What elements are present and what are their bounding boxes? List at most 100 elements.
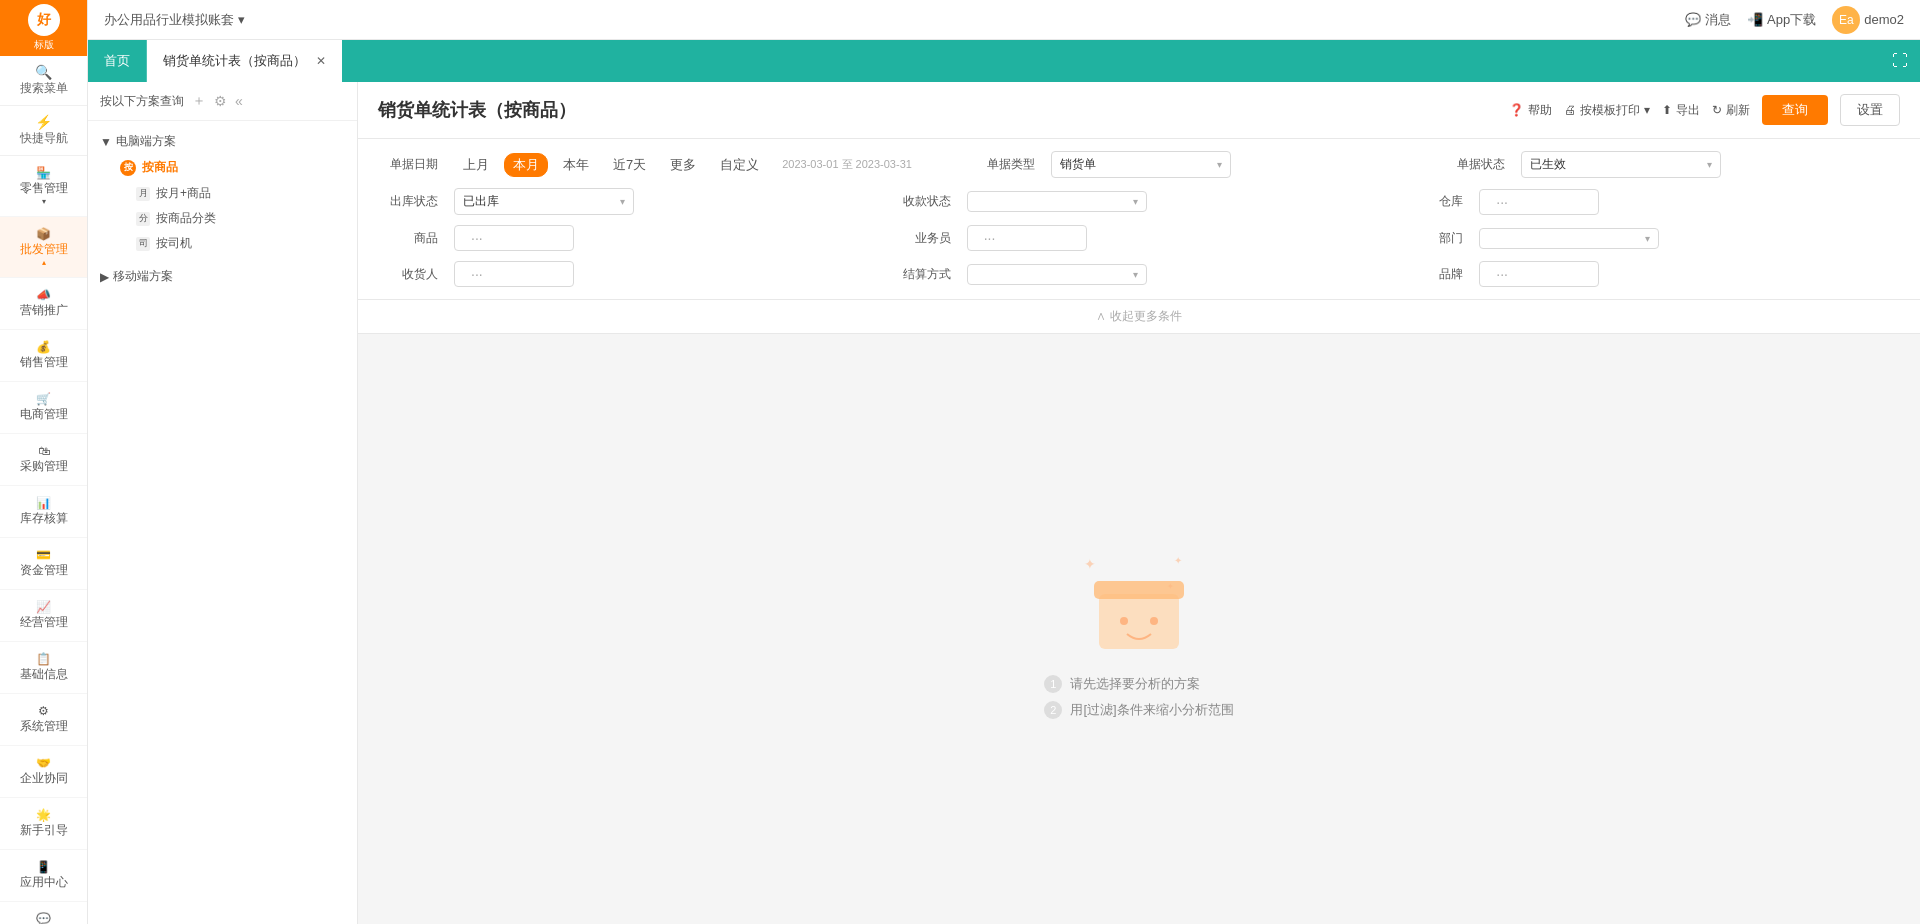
- app-logo: 好 标版: [0, 0, 88, 56]
- empty-state: ✦ ✦ ✦ 1 请先选择要分析的方案 2 用[过滤]条件来缩小分析范围: [358, 334, 1920, 924]
- inventory-icon: 📊: [36, 496, 51, 510]
- template-print-button[interactable]: 🖨 按模板打印 ▾: [1564, 102, 1650, 119]
- warehouse-label: 仓库: [1403, 193, 1463, 210]
- department-select[interactable]: ▾: [1479, 228, 1659, 249]
- query-button[interactable]: 查询: [1762, 95, 1828, 125]
- warehouse-dots-icon[interactable]: ···: [1496, 194, 1508, 210]
- left-panel-title: 按以下方案查询: [100, 93, 184, 110]
- date-cur-month-btn[interactable]: 本月: [504, 153, 548, 177]
- date-range-display: 2023-03-01 至 2023-03-31: [782, 157, 912, 172]
- chevron-down-icon: ▾: [42, 197, 46, 206]
- sidebar-item-sales[interactable]: 💰 销售管理: [0, 330, 87, 382]
- salesman-control: ···: [967, 225, 1388, 251]
- sidebar-item-ecommerce[interactable]: 🛒 电商管理: [0, 382, 87, 434]
- date-more-btn[interactable]: 更多: [661, 153, 705, 177]
- sidebar-item-marketing[interactable]: 📣 营销推广: [0, 278, 87, 330]
- brand-label: 品牌: [1403, 266, 1463, 283]
- tree-item-by-month-product[interactable]: 月 按月+商品: [100, 181, 345, 206]
- date-label: 单据日期: [378, 156, 438, 173]
- dropdown-arrow-icon[interactable]: ▾: [238, 12, 245, 27]
- collection-label: 收款状态: [891, 193, 951, 210]
- brand-input[interactable]: ···: [1479, 261, 1599, 287]
- sidebar-item-wholesale[interactable]: 📦 批发管理 ▴: [0, 217, 87, 278]
- sales-icon: 💰: [36, 340, 51, 354]
- sidebar-item-guide[interactable]: 🌟 新手引导: [0, 798, 87, 850]
- sidebar-quick-nav[interactable]: ⚡ 快捷导航: [0, 106, 87, 156]
- salesman-dots-icon[interactable]: ···: [984, 230, 996, 246]
- tab-expand[interactable]: ⛶: [1880, 40, 1920, 82]
- tab-bar: 首页 销货单统计表（按商品） ✕ ⛶: [88, 40, 1920, 82]
- help-button[interactable]: ❓ 帮助: [1509, 102, 1552, 119]
- tree-item-by-category[interactable]: 分 按商品分类: [100, 206, 345, 231]
- svg-text:✦: ✦: [1084, 556, 1096, 572]
- doc-type-select[interactable]: 销货单 ▾: [1051, 151, 1231, 178]
- sidebar-search[interactable]: 🔍 搜索菜单: [0, 56, 87, 106]
- settlement-control: ▾: [967, 264, 1388, 285]
- export-button[interactable]: ⬆ 导出: [1662, 102, 1700, 119]
- settings-button[interactable]: 设置: [1840, 94, 1900, 126]
- out-status-select[interactable]: 已出库 ▾: [454, 188, 634, 215]
- out-status-control: 已出库 ▾: [454, 188, 875, 215]
- tab-close-icon[interactable]: ✕: [316, 54, 326, 68]
- settlement-label: 结算方式: [891, 266, 951, 283]
- filter-row-1: 单据日期 上月 本月 本年 近7天 更多 自定义 2023-03-01 至 20…: [378, 151, 1900, 178]
- product-label: 商品: [378, 230, 438, 247]
- print-icon: 🖨: [1564, 103, 1576, 117]
- sidebar-item-finance[interactable]: 💳 资金管理: [0, 538, 87, 590]
- date-prev-month-btn[interactable]: 上月: [454, 153, 498, 177]
- sidebar-item-inventory[interactable]: 📊 库存核算: [0, 486, 87, 538]
- finance-icon: 💳: [36, 548, 51, 562]
- sidebar-item-purchase[interactable]: 🛍 采购管理: [0, 434, 87, 486]
- sidebar-item-system[interactable]: ⚙ 系统管理: [0, 694, 87, 746]
- app-download-button[interactable]: 📲 App下载: [1747, 11, 1816, 29]
- sidebar-item-app-center[interactable]: 📱 应用中心: [0, 850, 87, 902]
- refresh-button[interactable]: ↻ 刷新: [1712, 102, 1750, 119]
- export-icon: ⬆: [1662, 103, 1672, 117]
- tree-item-by-product[interactable]: 按 按商品: [100, 154, 345, 181]
- date-custom-btn[interactable]: 自定义: [711, 153, 768, 177]
- sidebar-item-basic[interactable]: 📋 基础信息: [0, 642, 87, 694]
- tab-home[interactable]: 首页: [88, 40, 147, 82]
- scheme-tree: ▼ 电脑端方案 按 按商品 月 按月+商品 分 按商品分类 司 按司: [88, 121, 357, 297]
- doc-status-label: 单据状态: [1445, 156, 1505, 173]
- salesman-input[interactable]: ···: [967, 225, 1087, 251]
- user-avatar[interactable]: Ea demo2: [1832, 6, 1904, 34]
- page-title: 销货单统计表（按商品）: [378, 98, 576, 122]
- step-num-1: 1: [1044, 675, 1062, 693]
- step-num-2: 2: [1044, 701, 1062, 719]
- settlement-select[interactable]: ▾: [967, 264, 1147, 285]
- tree-item-by-division[interactable]: 司 按司机: [100, 231, 345, 256]
- purchase-icon: 🛍: [38, 444, 50, 458]
- receiver-input[interactable]: ···: [454, 261, 574, 287]
- tab-report[interactable]: 销货单统计表（按商品） ✕: [147, 40, 342, 82]
- doc-status-select[interactable]: 已生效 ▾: [1521, 151, 1721, 178]
- settings-scheme-button[interactable]: ⚙: [214, 93, 227, 109]
- marketing-icon: 📣: [36, 288, 51, 302]
- date-recent7-btn[interactable]: 近7天: [604, 153, 655, 177]
- page-actions: ❓ 帮助 🖨 按模板打印 ▾ ⬆ 导出 ↻: [1509, 94, 1900, 126]
- sidebar-item-wechat[interactable]: 💬 企业微信: [0, 902, 87, 924]
- tree-category-desktop[interactable]: ▼ 电脑端方案: [100, 129, 345, 154]
- collection-select[interactable]: ▾: [967, 191, 1147, 212]
- collapse-panel-button[interactable]: «: [235, 93, 243, 109]
- date-cur-year-btn[interactable]: 本年: [554, 153, 598, 177]
- collapse-bar[interactable]: ∧ 收起更多条件: [358, 300, 1920, 334]
- sidebar-item-enterprise[interactable]: 🤝 企业协同: [0, 746, 87, 798]
- brand-dots-icon[interactable]: ···: [1496, 266, 1508, 282]
- filter-row-4: 收货人 ··· 结算方式 ▾ 品牌: [378, 261, 1900, 287]
- doc-status-control: 已生效 ▾: [1521, 151, 1900, 178]
- sidebar-item-retail[interactable]: 🏪 零售管理 ▾: [0, 156, 87, 217]
- product-input[interactable]: ···: [454, 225, 574, 251]
- warehouse-input[interactable]: ···: [1479, 189, 1599, 215]
- filter-row-2: 出库状态 已出库 ▾ 收款状态 ▾ 仓库: [378, 188, 1900, 215]
- product-control: ···: [454, 225, 875, 251]
- tree-category-mobile[interactable]: ▶ 移动端方案: [100, 264, 345, 289]
- product-dots-icon[interactable]: ···: [471, 230, 483, 246]
- add-scheme-button[interactable]: ＋: [192, 92, 206, 110]
- receiver-dots-icon[interactable]: ···: [471, 266, 483, 282]
- top-header: 办公用品行业模拟账套 ▾ 💬 消息 📲 App下载 Ea demo2: [88, 0, 1920, 40]
- content-area: 按以下方案查询 ＋ ⚙ « ▼ 电脑端方案 按 按商品 月 按月+商品: [88, 82, 1920, 924]
- message-button[interactable]: 💬 消息: [1685, 11, 1731, 29]
- app-center-icon: 📱: [36, 860, 51, 874]
- sidebar-item-operations[interactable]: 📈 经营管理: [0, 590, 87, 642]
